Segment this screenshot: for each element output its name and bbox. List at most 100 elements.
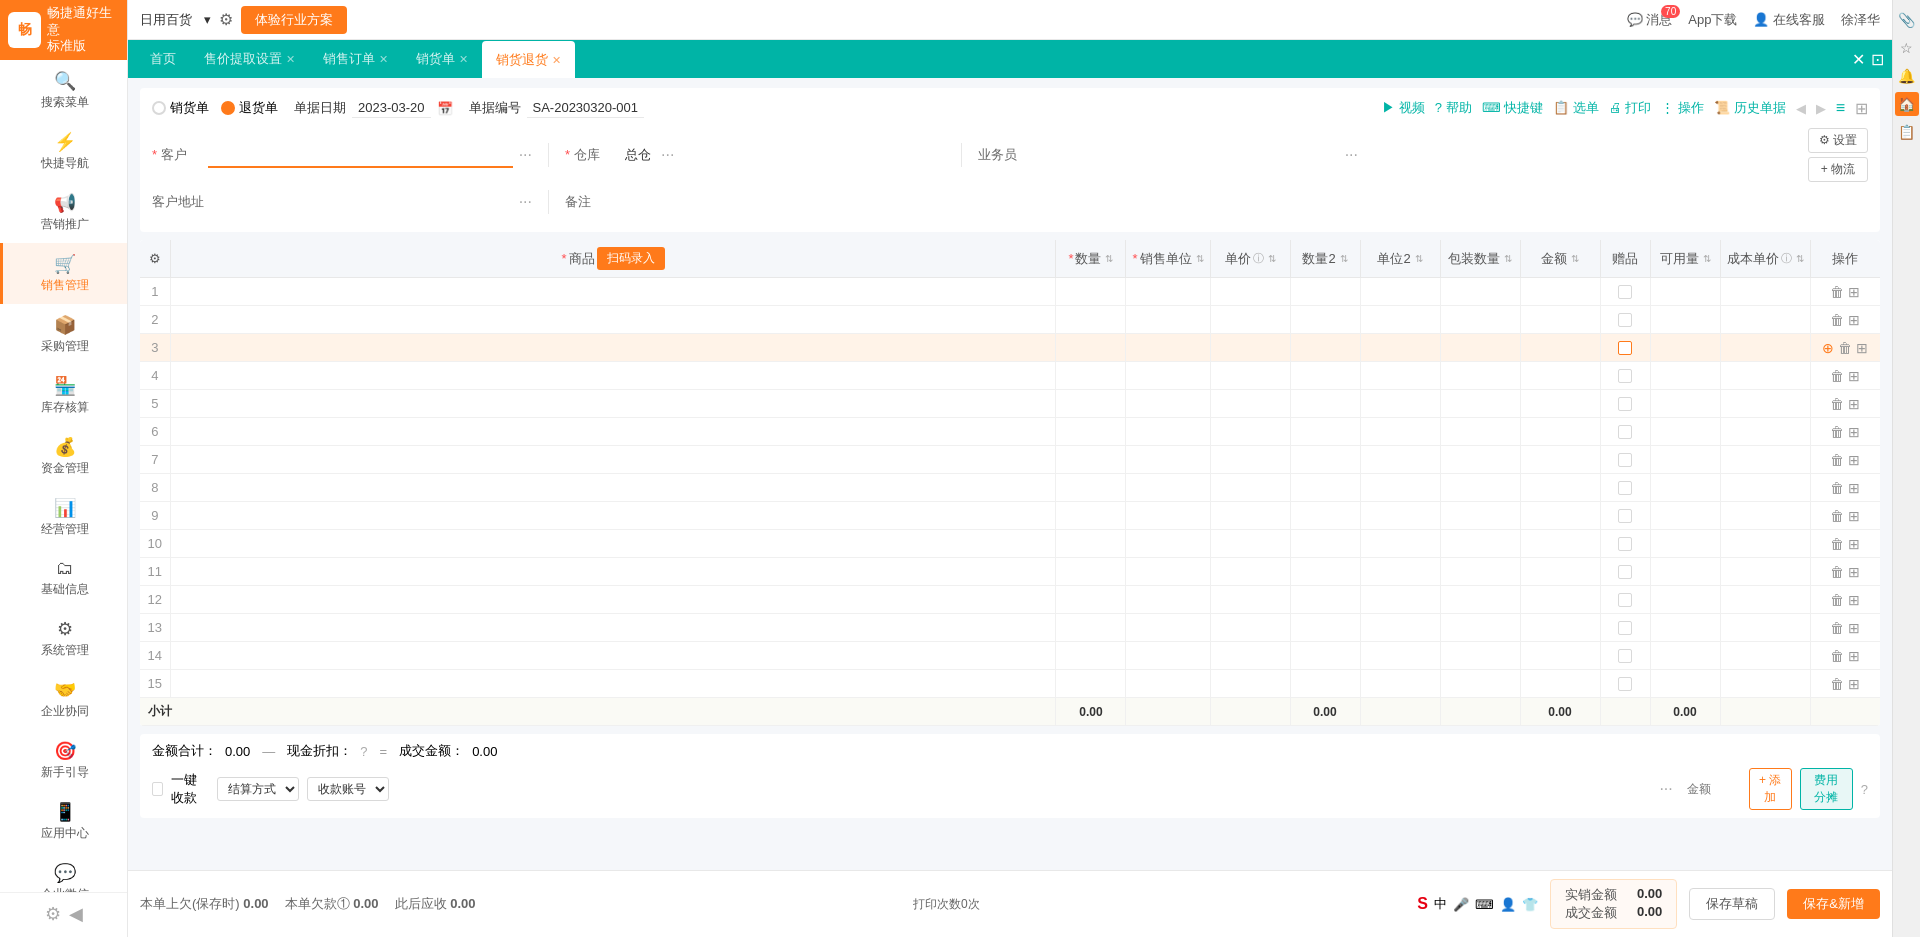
row-cost-5[interactable] [1720,390,1810,418]
row-amount-10[interactable] [1520,530,1600,558]
tab-price-settings[interactable]: 售价提取设置✕ [190,40,309,78]
row-gift-3[interactable] [1600,334,1650,362]
row-amount-1[interactable] [1520,278,1600,306]
row-product-14[interactable] [170,642,1056,670]
row-pkgqty-15[interactable] [1440,670,1520,698]
row-unit2-13[interactable] [1360,614,1440,642]
copy-row-btn-8[interactable]: ⊞ [1848,480,1860,496]
row-price-2[interactable] [1210,306,1290,334]
copy-row-btn-3[interactable]: ⊞ [1856,340,1868,356]
row-pkgqty-5[interactable] [1440,390,1520,418]
row-unit-15[interactable] [1126,670,1210,698]
row-unit-13[interactable] [1126,614,1210,642]
row-qty-6[interactable] [1056,418,1126,446]
gift-checkbox-7[interactable] [1618,453,1632,467]
sidebar-item-operations[interactable]: 📊经营管理 [0,487,127,548]
delete-row-btn-4[interactable]: 🗑 [1830,368,1844,384]
row-price-8[interactable] [1210,474,1290,502]
sidebar-item-sales[interactable]: 🛒销售管理 [0,243,127,304]
row-unit-1[interactable] [1126,278,1210,306]
row-amount-12[interactable] [1520,586,1600,614]
sidebar-item-quicknav[interactable]: ⚡快捷导航 [0,121,127,182]
sidebar-item-finance[interactable]: 💰资金管理 [0,426,127,487]
collapse-icon[interactable]: ◀ [69,903,83,925]
save-draft-button[interactable]: 保存草稿 [1689,888,1775,920]
radio-sales[interactable]: 销货单 [152,99,209,117]
gift-checkbox-11[interactable] [1618,565,1632,579]
row-product-3[interactable] [170,334,1056,362]
delete-row-btn-8[interactable]: 🗑 [1830,480,1844,496]
copy-row-btn-2[interactable]: ⊞ [1848,312,1860,328]
row-unit2-3[interactable] [1360,334,1440,362]
row-avail-12[interactable] [1650,586,1720,614]
gift-checkbox-10[interactable] [1618,537,1632,551]
gift-checkbox-14[interactable] [1618,649,1632,663]
copy-row-btn-1[interactable]: ⊞ [1848,284,1860,300]
split-cost-button[interactable]: 费用分摊 [1800,768,1853,810]
copy-row-btn-4[interactable]: ⊞ [1848,368,1860,384]
settings-button[interactable]: ⚙ 设置 [1808,128,1868,153]
row-unit2-12[interactable] [1360,586,1440,614]
gift-checkbox-8[interactable] [1618,481,1632,495]
row-unit2-11[interactable] [1360,558,1440,586]
tab-close-price-settings[interactable]: ✕ [286,53,295,66]
delete-row-btn-7[interactable]: 🗑 [1830,452,1844,468]
row-qty2-3[interactable] [1290,334,1360,362]
radio-return[interactable]: 退货单 [221,99,278,117]
row-qty-15[interactable] [1056,670,1126,698]
row-avail-2[interactable] [1650,306,1720,334]
view-grid-icon[interactable]: ⊞ [1855,99,1868,118]
gift-checkbox-9[interactable] [1618,509,1632,523]
settings-icon[interactable]: ⚙ [45,903,61,925]
row-product-8[interactable] [170,474,1056,502]
row-cost-9[interactable] [1720,502,1810,530]
row-price-4[interactable] [1210,362,1290,390]
row-avail-13[interactable] [1650,614,1720,642]
row-pkgqty-6[interactable] [1440,418,1520,446]
row-product-2[interactable] [170,306,1056,334]
split-help-icon[interactable]: ? [1861,782,1868,797]
row-gift-1[interactable] [1600,278,1650,306]
logistics-button[interactable]: + 物流 [1808,157,1868,182]
row-avail-15[interactable] [1650,670,1720,698]
topbar-settings-icon[interactable]: ⚙ [219,10,233,29]
row-gift-2[interactable] [1600,306,1650,334]
delete-row-btn-3[interactable]: 🗑 [1838,340,1852,356]
row-unit-9[interactable] [1126,502,1210,530]
row-price-3[interactable] [1210,334,1290,362]
row-price-12[interactable] [1210,586,1290,614]
row-unit2-6[interactable] [1360,418,1440,446]
product-input-3[interactable] [177,340,1050,355]
row-pkgqty-8[interactable] [1440,474,1520,502]
gift-checkbox-5[interactable] [1618,397,1632,411]
scan-button[interactable]: 扫码录入 [597,247,665,270]
salesperson-picker[interactable]: ··· [1345,146,1358,164]
row-price-5[interactable] [1210,390,1290,418]
row-unit2-10[interactable] [1360,530,1440,558]
address-picker[interactable]: ··· [519,193,532,211]
row-qty2-10[interactable] [1290,530,1360,558]
row-cost-14[interactable] [1720,642,1810,670]
row-amount-11[interactable] [1520,558,1600,586]
row-unit2-8[interactable] [1360,474,1440,502]
delete-row-btn-1[interactable]: 🗑 [1830,284,1844,300]
tool-video[interactable]: ▶ 视频 [1382,99,1425,117]
row-gift-13[interactable] [1600,614,1650,642]
row-pkgqty-10[interactable] [1440,530,1520,558]
row-avail-4[interactable] [1650,362,1720,390]
row-amount-7[interactable] [1520,446,1600,474]
row-qty2-9[interactable] [1290,502,1360,530]
add-payment-button[interactable]: + 添加 [1749,768,1792,810]
tab-sales-delivery[interactable]: 销货单✕ [402,40,482,78]
right-panel-home-icon[interactable]: 🏠 [1895,92,1919,116]
row-unit-8[interactable] [1126,474,1210,502]
right-panel-bell-icon[interactable]: 🔔 [1895,64,1919,88]
row-qty2-13[interactable] [1290,614,1360,642]
row-price-9[interactable] [1210,502,1290,530]
row-qty-9[interactable] [1056,502,1126,530]
row-pkgqty-1[interactable] [1440,278,1520,306]
row-avail-5[interactable] [1650,390,1720,418]
row-gift-6[interactable] [1600,418,1650,446]
delete-row-btn-13[interactable]: 🗑 [1830,620,1844,636]
th-settings[interactable]: ⚙ [140,240,170,278]
